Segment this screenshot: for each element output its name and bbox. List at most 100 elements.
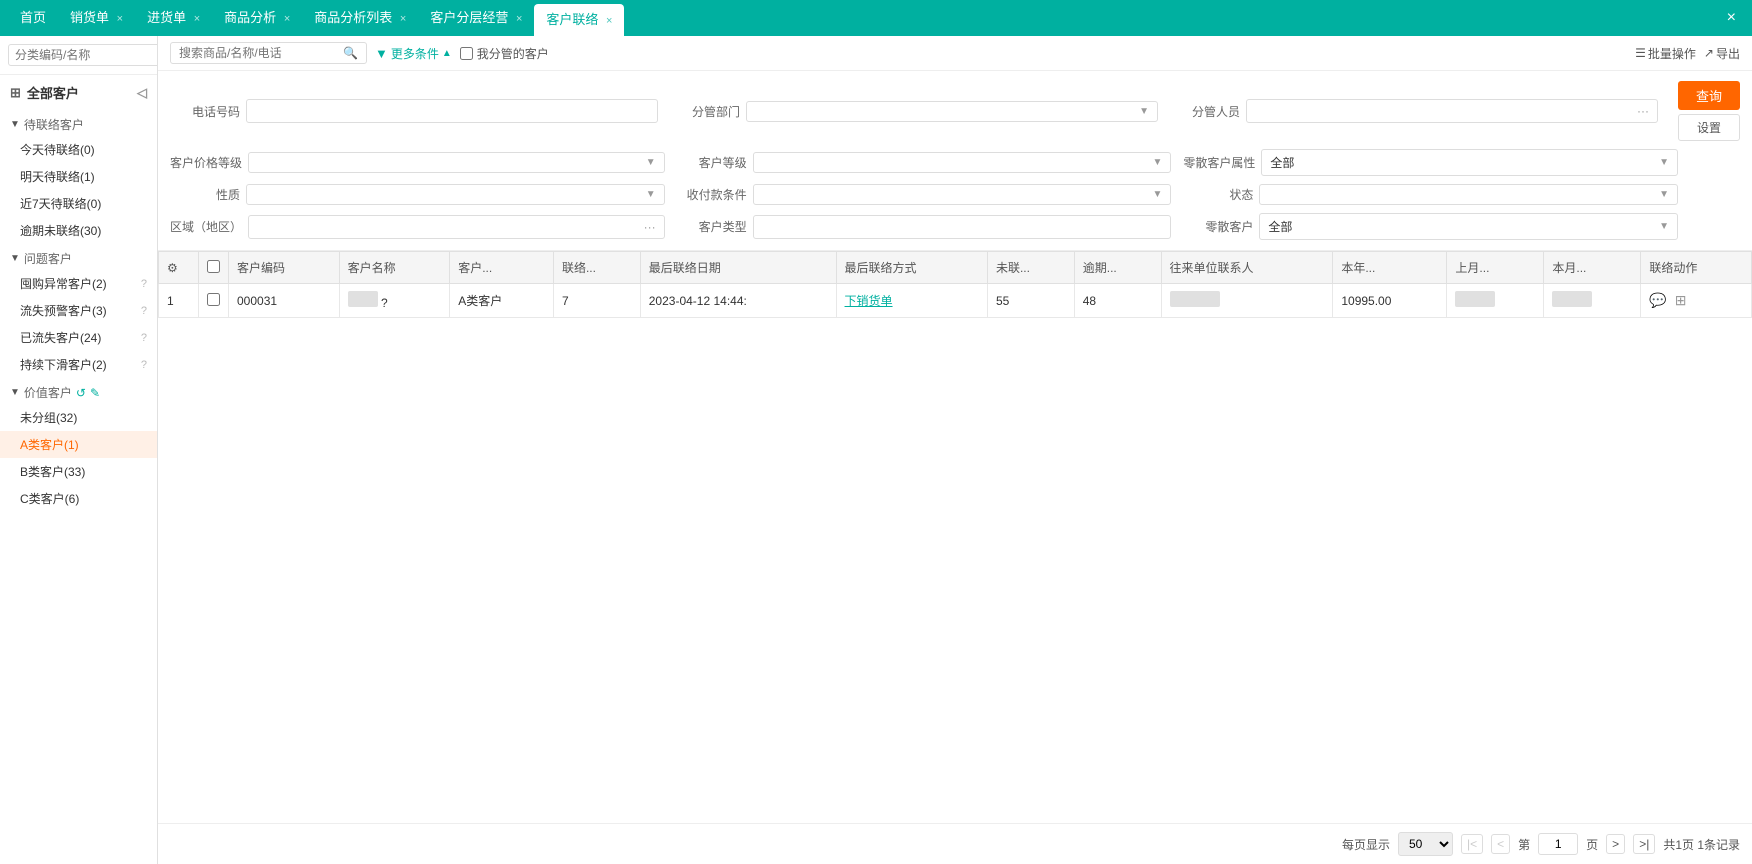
col-name[interactable]: 客户名称 — [339, 252, 450, 284]
top-nav: 首页 销货单 × 进货单 × 商品分析 × 商品分析列表 × 客户分层经营 × … — [0, 0, 1752, 36]
filter-retail-customer-select[interactable]: 全部 ▼ — [1259, 213, 1678, 240]
last-page-button[interactable]: >| — [1633, 834, 1655, 854]
edit-icon[interactable]: ✎ — [90, 386, 100, 400]
first-page-button[interactable]: |< — [1461, 834, 1483, 854]
contact-person-gray — [1170, 291, 1220, 307]
nav-purchase[interactable]: 进货单 × — [135, 0, 212, 36]
sidebar-all-customers[interactable]: ⊞ 全部客户 ◁ — [0, 75, 157, 110]
filter-dept-select[interactable]: ▼ — [746, 101, 1158, 122]
nav-product-list[interactable]: 商品分析列表 × — [302, 0, 418, 36]
col-this-month[interactable]: 本月... — [1544, 252, 1641, 284]
filter-manager-select[interactable]: ··· — [1246, 99, 1658, 123]
col-overdue[interactable]: 逾期... — [1074, 252, 1161, 284]
toolbar-search-icon[interactable]: 🔍 — [343, 46, 358, 60]
sidebar-item-class-c[interactable]: C类客户(6) — [0, 485, 157, 512]
filter-status-select[interactable]: ▼ — [1259, 184, 1678, 205]
export-button[interactable]: ↗ 导出 — [1704, 45, 1740, 62]
nav-sales-close[interactable]: × — [117, 13, 123, 25]
filter-phone-input[interactable] — [246, 99, 658, 123]
nav-purchase-close[interactable]: × — [194, 13, 200, 25]
nav-home[interactable]: 首页 — [8, 0, 58, 36]
cell-overdue: 48 — [1074, 284, 1161, 318]
filter-dept: 分管部门 ▼ — [670, 101, 1158, 122]
col-code[interactable]: 客户编码 — [229, 252, 340, 284]
sidebar: 🔍 ⊞ 全部客户 ◁ ▼ 待联络客户 今天待联络(0) 明天待联络(1) 近7天… — [0, 36, 158, 864]
filter-nature-select[interactable]: ▼ — [246, 184, 665, 205]
cell-this-month — [1544, 284, 1641, 318]
page-input[interactable] — [1538, 833, 1578, 855]
col-checkbox[interactable] — [199, 252, 229, 284]
nav-customer-tier-close[interactable]: × — [516, 13, 522, 25]
my-customers-checkbox[interactable] — [460, 47, 473, 60]
query-button[interactable]: 查询 — [1678, 81, 1740, 110]
sidebar-item-abnormal[interactable]: 囤购异常客户(2) ? — [0, 270, 157, 297]
status-arrow-icon: ▼ — [1659, 189, 1669, 200]
col-last-month[interactable]: 上月... — [1447, 252, 1544, 284]
qr-action-icon[interactable]: ⊞ — [1675, 292, 1687, 309]
sidebar-item-declining[interactable]: 持续下滑客户(2) ? — [0, 351, 157, 378]
nav-customer-tier[interactable]: 客户分层经营 × — [418, 0, 534, 36]
arrow-icon-2: ▼ — [10, 253, 20, 264]
next-page-button[interactable]: > — [1606, 834, 1625, 854]
cell-last-method[interactable]: 下销货单 — [836, 284, 987, 318]
filter-payment-label: 收付款条件 — [677, 186, 747, 203]
sidebar-item-tomorrow[interactable]: 明天待联络(1) — [0, 163, 157, 190]
sidebar-item-churn-warning[interactable]: 流失预警客户(3) ? — [0, 297, 157, 324]
filter-more-button[interactable]: ▼ 更多条件 ▲ — [375, 45, 452, 62]
nav-customer-contact[interactable]: 客户联络 × — [534, 4, 624, 36]
sidebar-item-ungrouped[interactable]: 未分组(32) — [0, 404, 157, 431]
filter-row-3: 性质 ▼ 收付款条件 ▼ 状态 — [170, 184, 1740, 205]
nav-sales[interactable]: 销货单 × — [58, 0, 135, 36]
sidebar-search-input[interactable] — [8, 44, 158, 66]
chat-action-icon[interactable]: 💬 — [1649, 292, 1666, 309]
settings-button[interactable]: 设置 — [1678, 114, 1740, 141]
sidebar-item-class-a[interactable]: A类客户(1) — [0, 431, 157, 458]
filter-panel: 电话号码 分管部门 ▼ 分管人员 ··· 查询 — [158, 71, 1752, 251]
nav-product-analysis[interactable]: 商品分析 × — [212, 0, 302, 36]
row-checkbox[interactable] — [207, 293, 220, 306]
col-contact-person[interactable]: 往来单位联系人 — [1161, 252, 1333, 284]
col-last-contact-method[interactable]: 最后联络方式 — [836, 252, 987, 284]
contact-method-link[interactable]: 下销货单 — [845, 294, 893, 308]
my-customers-checkbox-label[interactable]: 我分管的客户 — [460, 45, 549, 62]
sidebar-item-7days[interactable]: 近7天待联络(0) — [0, 190, 157, 217]
window-close-button[interactable]: × — [1719, 9, 1744, 27]
select-all-checkbox[interactable] — [207, 260, 220, 273]
payment-arrow-icon: ▼ — [1152, 189, 1162, 200]
help-icon-3: ? — [141, 332, 147, 344]
nav-product-list-close[interactable]: × — [400, 13, 406, 25]
col-this-year[interactable]: 本年... — [1333, 252, 1447, 284]
filter-region-select[interactable]: ··· — [248, 215, 665, 239]
cell-checkbox[interactable] — [199, 284, 229, 318]
nav-customer-contact-close[interactable]: × — [606, 15, 612, 27]
settings-icon[interactable]: ⚙ — [167, 261, 178, 275]
nav-product-analysis-close[interactable]: × — [284, 13, 290, 25]
filter-icon: ▼ — [375, 46, 388, 61]
refresh-icon[interactable]: ↺ — [76, 386, 86, 400]
filter-customer-level-select[interactable]: ▼ — [753, 152, 1172, 173]
batch-button[interactable]: ☰ 批量操作 — [1635, 45, 1696, 62]
col-not-contacted[interactable]: 未联... — [987, 252, 1074, 284]
filter-phone: 电话号码 — [170, 99, 658, 123]
col-customer-type[interactable]: 客户... — [450, 252, 554, 284]
sidebar-item-churned[interactable]: 已流失客户(24) ? — [0, 324, 157, 351]
toolbar-right: ☰ 批量操作 ↗ 导出 — [1635, 45, 1740, 62]
prev-page-button[interactable]: < — [1491, 834, 1510, 854]
col-settings[interactable]: ⚙ — [159, 252, 199, 284]
sidebar-item-today[interactable]: 今天待联络(0) — [0, 136, 157, 163]
filter-price-select[interactable]: ▼ — [248, 152, 665, 173]
per-page-select[interactable]: 50 10 20 100 — [1398, 832, 1453, 856]
filter-retail-attr-select[interactable]: 全部 ▼ — [1261, 149, 1678, 176]
section-problem-customers[interactable]: ▼ 问题客户 — [0, 244, 157, 270]
sidebar-item-overdue[interactable]: 逾期未联络(30) — [0, 217, 157, 244]
filter-customer-type-input[interactable] — [753, 215, 1172, 239]
sidebar-item-class-b[interactable]: B类客户(33) — [0, 458, 157, 485]
col-contact-count[interactable]: 联络... — [553, 252, 640, 284]
section-pending-contact[interactable]: ▼ 待联络客户 — [0, 110, 157, 136]
section-value-customers[interactable]: ▼ 价值客户 ↺ ✎ — [0, 378, 157, 404]
col-last-contact-date[interactable]: 最后联络日期 — [640, 252, 836, 284]
sidebar-collapse-icon[interactable]: ◁ — [137, 85, 147, 101]
filter-nature-label: 性质 — [170, 186, 240, 203]
toolbar-search-input[interactable] — [179, 46, 339, 60]
filter-payment-select[interactable]: ▼ — [753, 184, 1172, 205]
